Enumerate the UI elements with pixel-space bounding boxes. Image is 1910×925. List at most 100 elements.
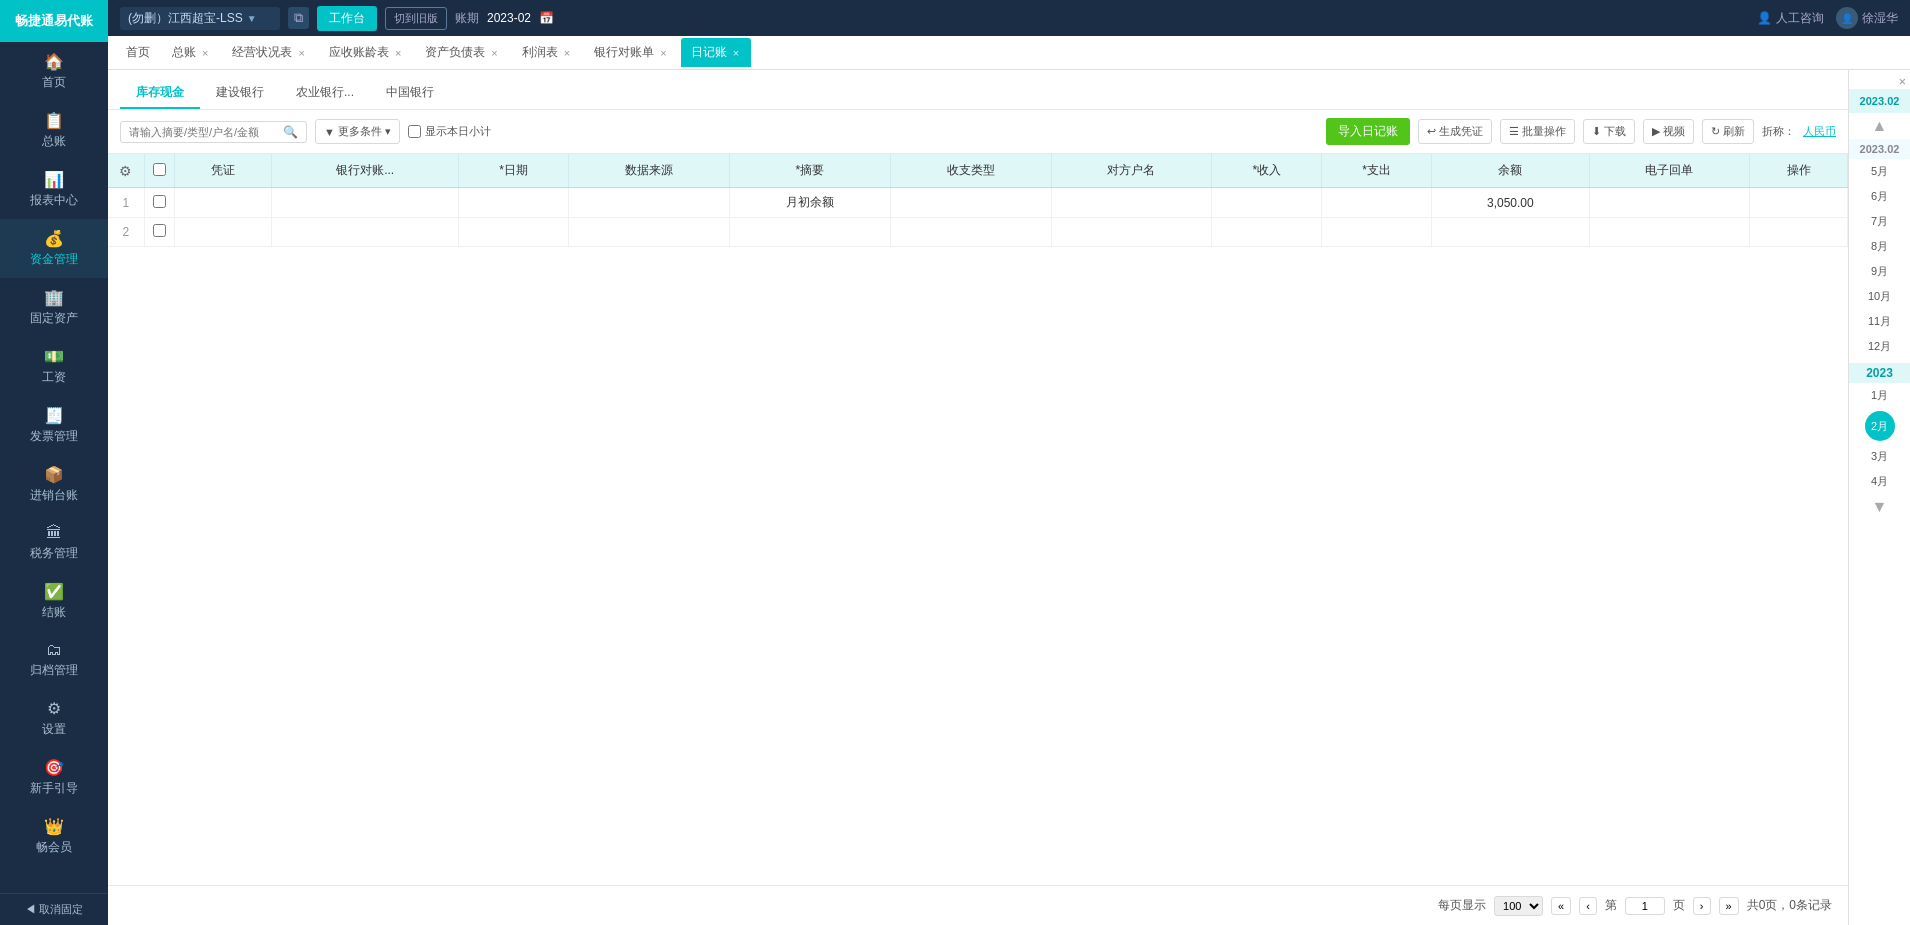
date-panel-nav-up[interactable]: ▲ bbox=[1868, 113, 1892, 139]
user-service[interactable]: 👤 人工咨询 bbox=[1757, 10, 1824, 27]
sidebar-item-sales[interactable]: 📦 进销台账 bbox=[0, 455, 108, 514]
date-panel-close-btn[interactable]: × bbox=[1898, 74, 1906, 89]
search-input[interactable] bbox=[129, 126, 279, 138]
row1-check[interactable] bbox=[144, 188, 174, 218]
date-month-2023-3[interactable]: 3月 bbox=[1849, 444, 1910, 469]
tab-ledger[interactable]: 总账 × bbox=[162, 38, 220, 67]
tab-journal[interactable]: 日记账 × bbox=[681, 38, 751, 67]
copy-button[interactable]: ⧉ bbox=[288, 7, 309, 29]
row2-check[interactable] bbox=[144, 218, 174, 247]
sidebar-item-reports[interactable]: 📊 报表中心 bbox=[0, 160, 108, 219]
tab-bank-close[interactable]: × bbox=[658, 47, 668, 59]
prev-page-btn[interactable]: ‹ bbox=[1579, 897, 1597, 915]
sidebar-item-vip[interactable]: 👑 畅会员 bbox=[0, 807, 108, 866]
filter-button[interactable]: ▼ 更多条件 ▾ bbox=[315, 119, 400, 144]
show-daily-checkbox-label[interactable]: 显示本日小计 bbox=[408, 124, 491, 139]
page-input[interactable] bbox=[1625, 897, 1665, 915]
sidebar-item-assets[interactable]: 🏢 固定资产 bbox=[0, 278, 108, 337]
currency-value-text[interactable]: 人民币 bbox=[1803, 124, 1836, 139]
gear-icon[interactable]: ⚙ bbox=[119, 163, 132, 179]
tab-balance[interactable]: 资产负债表 × bbox=[415, 38, 509, 67]
username-label: 徐湿华 bbox=[1862, 10, 1898, 27]
tab-operation-label: 经营状况表 bbox=[232, 44, 292, 61]
date-month-6[interactable]: 6月 bbox=[1849, 184, 1910, 209]
calendar-icon[interactable]: 📅 bbox=[539, 11, 554, 25]
old-version-button[interactable]: 切到旧版 bbox=[385, 7, 447, 30]
company-selector[interactable]: (勿删）江西超宝-LSS ▼ bbox=[120, 7, 280, 30]
page-body: 库存现金 建设银行 农业银行... 中国银行 🔍 ▼ bbox=[108, 70, 1910, 925]
first-page-btn[interactable]: « bbox=[1551, 897, 1571, 915]
sidebar-item-ledger[interactable]: 📋 总账 bbox=[0, 101, 108, 160]
user-info[interactable]: 👤 徐湿华 bbox=[1836, 7, 1898, 29]
th-settings[interactable]: ⚙ bbox=[108, 154, 144, 188]
sidebar-label-assets: 固定资产 bbox=[30, 310, 78, 327]
tab-ledger-close[interactable]: × bbox=[200, 47, 210, 59]
date-month-11[interactable]: 11月 bbox=[1849, 309, 1910, 334]
last-page-btn[interactable]: » bbox=[1719, 897, 1739, 915]
tab-receivable[interactable]: 应收账龄表 × bbox=[319, 38, 413, 67]
sidebar-item-tax[interactable]: 🏛 税务管理 bbox=[0, 514, 108, 572]
date-panel-year-2023-top: 2023.02 bbox=[1849, 89, 1910, 113]
batch-ops-button[interactable]: ☰ 批量操作 bbox=[1500, 119, 1575, 144]
search-icon[interactable]: 🔍 bbox=[283, 125, 298, 139]
headset-icon: 👤 bbox=[1757, 11, 1772, 25]
search-box[interactable]: 🔍 bbox=[120, 121, 307, 143]
sidebar-item-finance[interactable]: 💰 资金管理 bbox=[0, 219, 108, 278]
date-panel-nav-down[interactable]: ▼ bbox=[1868, 494, 1892, 520]
row2-balance bbox=[1432, 218, 1589, 247]
sidebar-collapse-btn[interactable]: ◀ 取消固定 bbox=[0, 893, 108, 925]
per-page-select[interactable]: 100 bbox=[1494, 896, 1543, 916]
th-checkbox[interactable] bbox=[144, 154, 174, 188]
sidebar-item-home[interactable]: 🏠 首页 bbox=[0, 42, 108, 101]
sidebar-item-archive[interactable]: 🗂 归档管理 bbox=[0, 631, 108, 689]
select-all-checkbox[interactable] bbox=[153, 163, 166, 176]
date-month-7[interactable]: 7月 bbox=[1849, 209, 1910, 234]
date-month-12[interactable]: 12月 bbox=[1849, 334, 1910, 359]
date-month-10[interactable]: 10月 bbox=[1849, 284, 1910, 309]
row2-checkbox[interactable] bbox=[153, 224, 166, 237]
closing-icon: ✅ bbox=[44, 582, 64, 601]
tab-bank[interactable]: 银行对账单 × bbox=[584, 38, 678, 67]
sub-tab-china[interactable]: 中国银行 bbox=[370, 78, 450, 109]
date-month-2023-2-wrap[interactable]: 2月 bbox=[1849, 410, 1910, 442]
row2-summary bbox=[729, 218, 890, 247]
tab-journal-close[interactable]: × bbox=[731, 47, 741, 59]
sidebar-item-guide[interactable]: 🎯 新手引导 bbox=[0, 748, 108, 807]
sidebar-item-settings[interactable]: ⚙ 设置 bbox=[0, 689, 108, 748]
workbench-button[interactable]: 工作台 bbox=[317, 6, 377, 31]
sub-tab-cash[interactable]: 库存现金 bbox=[120, 78, 200, 109]
next-page-btn[interactable]: › bbox=[1693, 897, 1711, 915]
date-month-9[interactable]: 9月 bbox=[1849, 259, 1910, 284]
tab-balance-close[interactable]: × bbox=[489, 47, 499, 59]
tab-home[interactable]: 首页 bbox=[116, 38, 160, 67]
sidebar-item-closing[interactable]: ✅ 结账 bbox=[0, 572, 108, 631]
date-month-2023-2[interactable]: 2月 bbox=[1865, 411, 1895, 441]
tab-operation-close[interactable]: × bbox=[296, 47, 306, 59]
sub-tab-agricultural[interactable]: 农业银行... bbox=[280, 78, 370, 109]
tab-profit-close[interactable]: × bbox=[562, 47, 572, 59]
sidebar-item-invoice[interactable]: 🧾 发票管理 bbox=[0, 396, 108, 455]
date-month-2023-4[interactable]: 4月 bbox=[1849, 469, 1910, 494]
refresh-icon: ↻ bbox=[1711, 125, 1720, 138]
date-month-5[interactable]: 5月 bbox=[1849, 159, 1910, 184]
date-month-2023-1[interactable]: 1月 bbox=[1849, 383, 1910, 408]
download-button[interactable]: ⬇ 下载 bbox=[1583, 119, 1635, 144]
sidebar-label-closing: 结账 bbox=[42, 604, 66, 621]
import-button[interactable]: 导入日记账 bbox=[1326, 118, 1410, 145]
generate-voucher-button[interactable]: ↩ 生成凭证 bbox=[1418, 119, 1492, 144]
sidebar-item-salary[interactable]: 💵 工资 bbox=[0, 337, 108, 396]
date-panel-year-2023-label: 2023 bbox=[1849, 363, 1910, 383]
video-button[interactable]: ▶ 视频 bbox=[1643, 119, 1694, 144]
reports-icon: 📊 bbox=[44, 170, 64, 189]
date-month-8[interactable]: 8月 bbox=[1849, 234, 1910, 259]
refresh-button[interactable]: ↻ 刷新 bbox=[1702, 119, 1754, 144]
tab-receivable-close[interactable]: × bbox=[393, 47, 403, 59]
row1-checkbox[interactable] bbox=[153, 195, 166, 208]
tab-profit[interactable]: 利润表 × bbox=[512, 38, 582, 67]
settings-icon: ⚙ bbox=[47, 699, 61, 718]
show-daily-checkbox[interactable] bbox=[408, 125, 421, 138]
tab-home-label: 首页 bbox=[126, 44, 150, 61]
row2-expense bbox=[1322, 218, 1432, 247]
tab-operation[interactable]: 经营状况表 × bbox=[222, 38, 316, 67]
sub-tab-construction[interactable]: 建设银行 bbox=[200, 78, 280, 109]
